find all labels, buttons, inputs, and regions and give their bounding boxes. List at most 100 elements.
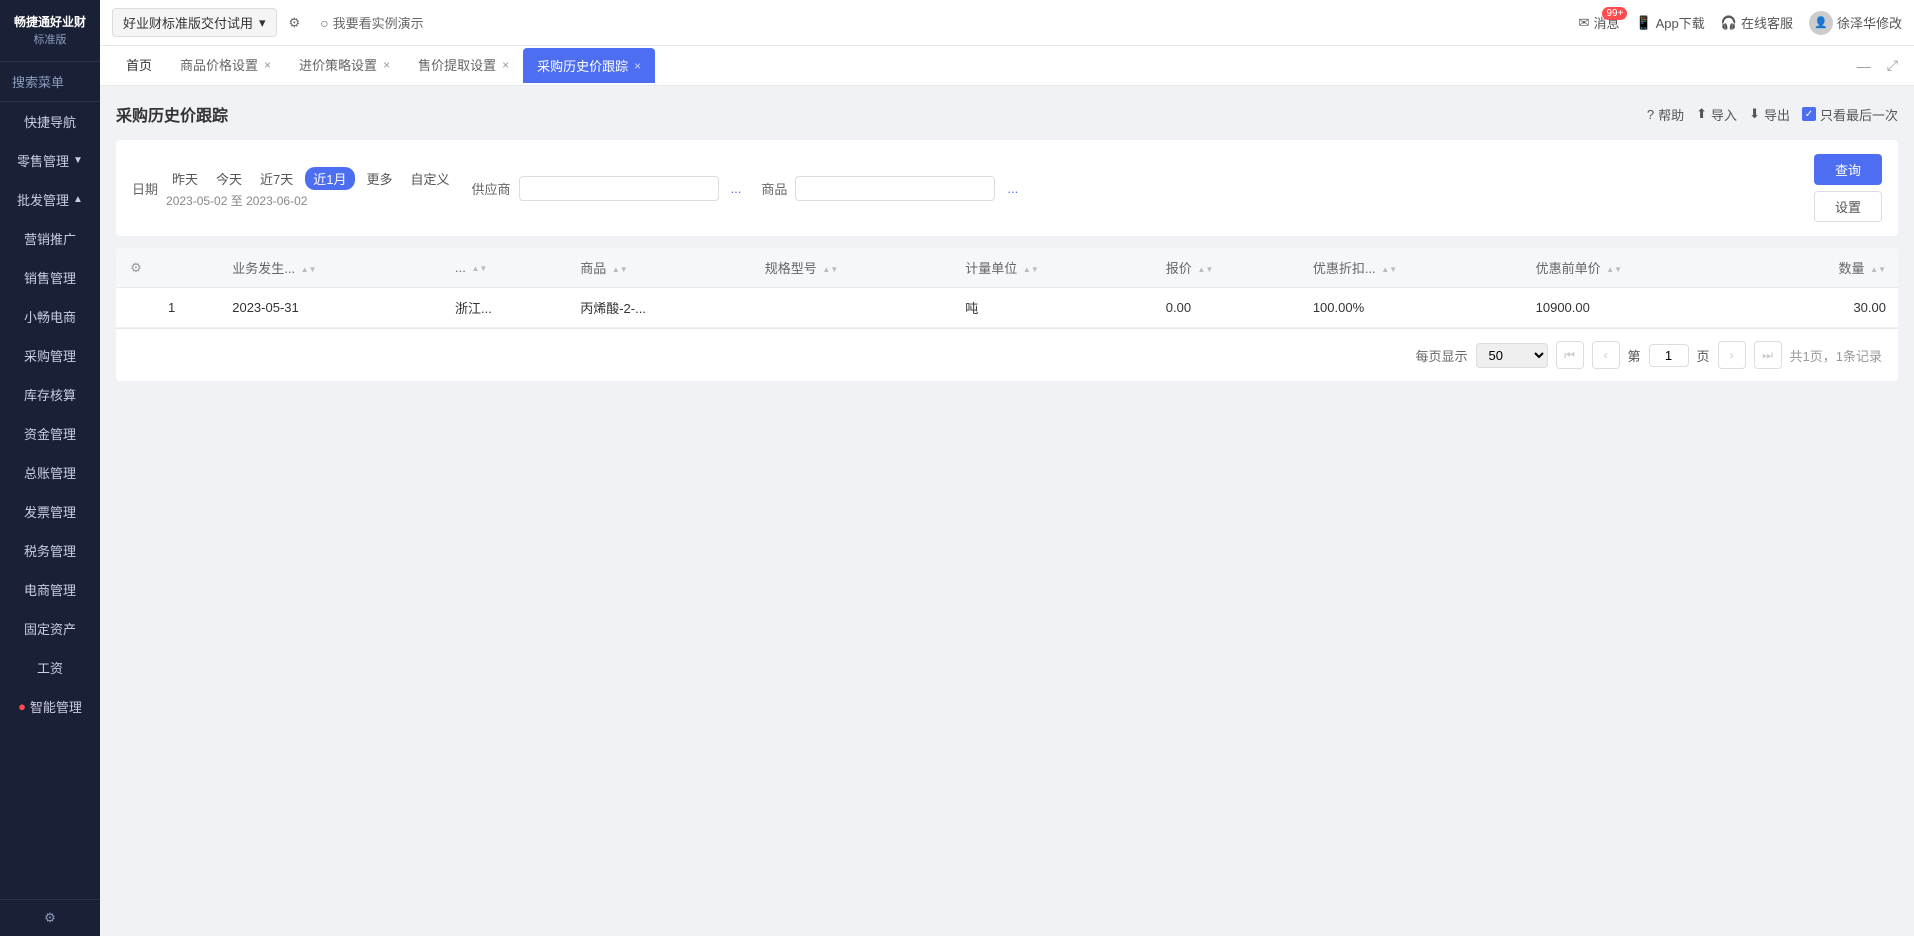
sidebar-item-finance[interactable]: 资金管理	[0, 414, 100, 453]
col-goods-header[interactable]: 商品 ▲▼	[568, 248, 753, 288]
col-bizdate-header[interactable]: 业务发生... ▲▼	[220, 248, 443, 288]
sort-quantity-icon[interactable]: ▲▼	[1870, 265, 1886, 274]
only-last-label: 只看最后一次	[1820, 105, 1898, 124]
sidebar-search-item[interactable]: 搜索菜单	[0, 62, 100, 102]
sales-label: 销售管理	[24, 268, 76, 287]
sidebar-item-payroll[interactable]: 工资	[0, 648, 100, 687]
import-button[interactable]: ⬆ 导入	[1696, 105, 1737, 124]
tab-sell-extract-label: 售价提取设置	[418, 55, 496, 74]
tab-fullscreen-button[interactable]: ⤢	[1883, 55, 1902, 76]
demo-icon: ○	[320, 15, 328, 31]
tab-minimize-button[interactable]: —	[1853, 56, 1875, 76]
col-pre-discount-header[interactable]: 优惠前单价 ▲▼	[1524, 248, 1751, 288]
sidebar-gear-button[interactable]: ⚙	[0, 900, 100, 936]
export-button[interactable]: ⬇ 导出	[1749, 105, 1790, 124]
ecommerce-small-label: 小畅电商	[24, 307, 76, 326]
checkbox-icon	[1802, 107, 1816, 121]
date-more[interactable]: 更多	[361, 167, 399, 190]
sidebar-item-quick-nav[interactable]: 快捷导航	[0, 102, 100, 141]
tab-purchase-strategy-close[interactable]: ×	[383, 58, 390, 72]
last-page-button[interactable]: ⏭	[1754, 341, 1782, 369]
supplier-more-button[interactable]: ...	[727, 181, 746, 196]
retail-arrow: ▼	[73, 155, 83, 166]
goods-input[interactable]	[804, 181, 986, 196]
sidebar-item-sales[interactable]: 销售管理	[0, 258, 100, 297]
online-service-button[interactable]: 🎧 在线客服	[1721, 13, 1793, 32]
messages-button[interactable]: ✉ 消息 99+	[1579, 13, 1620, 32]
sidebar-item-tax[interactable]: 税务管理	[0, 531, 100, 570]
tab-sell-extract[interactable]: 售价提取设置 ×	[404, 47, 523, 84]
tab-history-price-close[interactable]: ×	[634, 59, 641, 73]
tab-purchase-strategy[interactable]: 进价策略设置 ×	[285, 47, 404, 84]
sort-bizdate-icon[interactable]: ▲▼	[301, 265, 317, 274]
headset-icon: 🎧	[1721, 15, 1737, 31]
tab-price-label: 商品价格设置	[180, 55, 258, 74]
page-title: 采购历史价跟踪	[116, 102, 228, 126]
retail-label: 零售管理	[17, 151, 69, 170]
sidebar-item-ecommerce[interactable]: 电商管理	[0, 570, 100, 609]
col-more-header[interactable]: ... ▲▼	[443, 248, 568, 288]
avatar: 👤	[1809, 11, 1833, 35]
sidebar-item-purchase[interactable]: 采购管理	[0, 336, 100, 375]
sidebar-item-inventory[interactable]: 库存核算	[0, 375, 100, 414]
version-selector[interactable]: 好业财标准版交付试用 ▾	[112, 8, 277, 37]
sidebar-item-retail[interactable]: 零售管理 ▼	[0, 141, 100, 180]
finance-label: 资金管理	[24, 424, 76, 443]
tab-history-price[interactable]: 采购历史价跟踪 ×	[523, 48, 655, 83]
sidebar-item-assets[interactable]: 固定资产	[0, 609, 100, 648]
sort-more-icon[interactable]: ▲▼	[472, 264, 488, 273]
col-gear-icon[interactable]: ⚙	[130, 260, 142, 275]
sort-unit-icon[interactable]: ▲▼	[1023, 265, 1039, 274]
sidebar-item-ecommerce-small[interactable]: 小畅电商	[0, 297, 100, 336]
col-index-header	[156, 248, 220, 288]
sidebar-item-invoice[interactable]: 发票管理	[0, 492, 100, 531]
col-spec-header[interactable]: 规格型号 ▲▼	[753, 248, 954, 288]
sidebar-item-ledger[interactable]: 总账管理	[0, 453, 100, 492]
goods-more-button[interactable]: ...	[1003, 181, 1022, 196]
tab-home-label: 首页	[126, 55, 152, 74]
date-last7[interactable]: 近7天	[254, 167, 299, 190]
col-quote-header[interactable]: 报价 ▲▼	[1154, 248, 1301, 288]
topbar-settings-button[interactable]: ⚙	[285, 11, 305, 35]
per-page-select[interactable]: 20 50 100	[1476, 343, 1548, 368]
demo-button[interactable]: ○ 我要看实例演示	[320, 13, 423, 32]
supplier-input[interactable]	[528, 181, 710, 196]
invoice-label: 发票管理	[24, 502, 76, 521]
chevron-down-icon: ▾	[259, 15, 266, 31]
sort-quote-icon[interactable]: ▲▼	[1197, 265, 1213, 274]
first-page-button[interactable]: ⏮	[1556, 341, 1584, 369]
col-discount-header[interactable]: 优惠折扣... ▲▼	[1301, 248, 1524, 288]
tab-price[interactable]: 商品价格设置 ×	[166, 47, 285, 84]
tab-home[interactable]: 首页	[112, 47, 166, 84]
date-last1m[interactable]: 近1月	[305, 167, 354, 190]
user-menu[interactable]: 👤 徐泽华修改	[1809, 11, 1902, 35]
tab-sell-extract-close[interactable]: ×	[502, 58, 509, 72]
purchase-label: 采购管理	[24, 346, 76, 365]
tab-price-close[interactable]: ×	[264, 58, 271, 72]
sort-pre-discount-icon[interactable]: ▲▼	[1606, 265, 1622, 274]
date-yesterday[interactable]: 昨天	[166, 167, 204, 190]
query-button[interactable]: 查询	[1814, 154, 1882, 185]
help-button[interactable]: ? 帮助	[1647, 105, 1684, 124]
filter-settings-button[interactable]: 设置	[1814, 191, 1882, 222]
sidebar-item-marketing[interactable]: 营销推广	[0, 219, 100, 258]
data-table: ⚙ 业务发生... ▲▼ ... ▲▼ 商品 ▲▼	[116, 248, 1898, 328]
filter-goods-item: 商品 ...	[761, 176, 1022, 201]
sort-discount-icon[interactable]: ▲▼	[1381, 265, 1397, 274]
date-custom[interactable]: 自定义	[405, 167, 456, 190]
filter-supplier-item: 供应商 ...	[472, 176, 746, 201]
date-today[interactable]: 今天	[210, 167, 248, 190]
sidebar-item-smart[interactable]: ● 智能管理	[0, 687, 100, 726]
page-number-input[interactable]	[1649, 344, 1689, 367]
col-unit-header[interactable]: 计量单位 ▲▼	[953, 248, 1154, 288]
sort-goods-icon[interactable]: ▲▼	[612, 265, 628, 274]
only-last-checkbox[interactable]: 只看最后一次	[1802, 105, 1898, 124]
page-unit-label: 页	[1697, 346, 1710, 365]
next-page-button[interactable]: ›	[1718, 341, 1746, 369]
app-download-button[interactable]: 📱 App下载	[1635, 13, 1704, 32]
prev-page-button[interactable]: ‹	[1592, 341, 1620, 369]
payroll-label: 工资	[37, 658, 63, 677]
sort-spec-icon[interactable]: ▲▼	[822, 265, 838, 274]
col-quantity-header[interactable]: 数量 ▲▼	[1751, 248, 1898, 288]
sidebar-item-wholesale[interactable]: 批发管理 ▲	[0, 180, 100, 219]
